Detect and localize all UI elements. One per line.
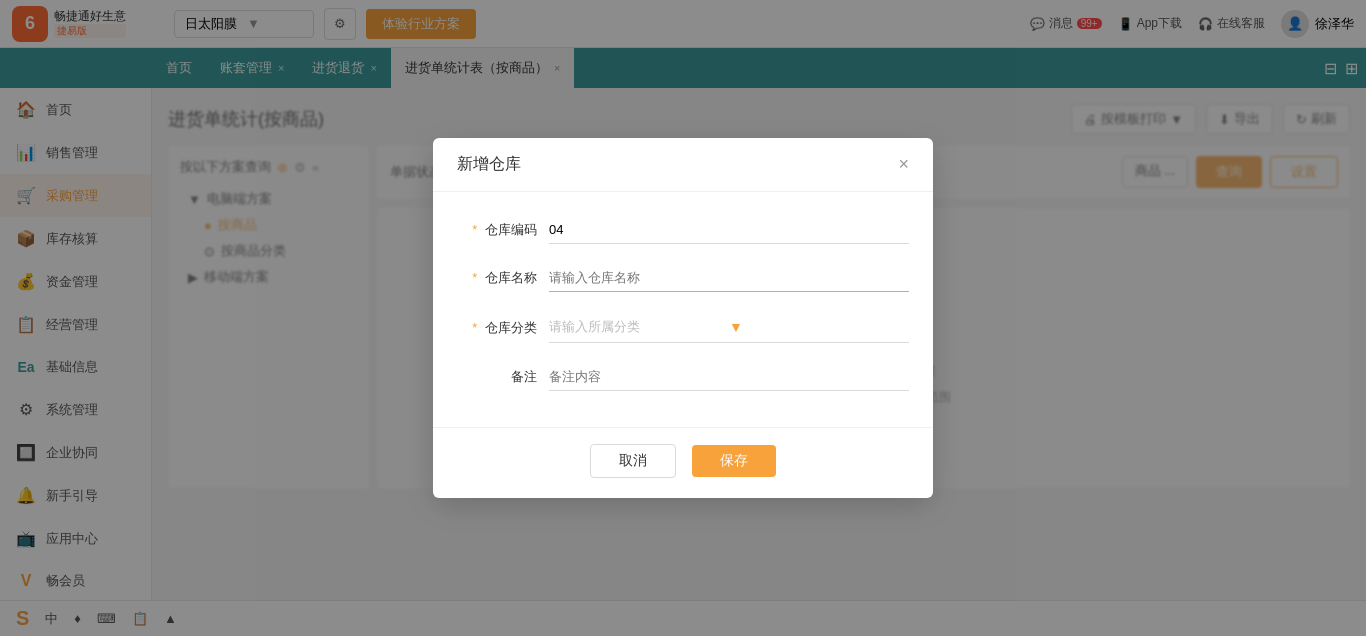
modal-title: 新增仓库: [457, 154, 521, 175]
modal-header: 新增仓库 ×: [433, 138, 933, 192]
category-dropdown-icon: ▼: [729, 319, 909, 335]
modal-body: * 仓库编码 * 仓库名称 * 仓库分类 请输入所属: [433, 192, 933, 427]
modal-footer: 取消 保存: [433, 427, 933, 498]
remark-input[interactable]: [549, 363, 909, 391]
required-star-3: *: [472, 320, 477, 335]
warehouse-category-select[interactable]: 请输入所属分类 ▼: [549, 312, 909, 343]
modal-close-icon[interactable]: ×: [898, 154, 909, 175]
add-warehouse-modal: 新增仓库 × * 仓库编码 * 仓库名称: [433, 138, 933, 498]
warehouse-category-label: * 仓库分类: [457, 319, 537, 337]
cancel-button[interactable]: 取消: [590, 444, 676, 478]
warehouse-code-input[interactable]: [549, 216, 909, 244]
save-button[interactable]: 保存: [692, 445, 776, 477]
required-star-2: *: [472, 270, 477, 285]
modal-overlay: 新增仓库 × * 仓库编码 * 仓库名称: [0, 0, 1366, 636]
warehouse-name-input[interactable]: [549, 264, 909, 292]
form-row-name: * 仓库名称: [457, 264, 909, 292]
warehouse-name-label: * 仓库名称: [457, 269, 537, 287]
form-row-code: * 仓库编码: [457, 216, 909, 244]
form-row-remark: 备注: [457, 363, 909, 391]
form-row-category: * 仓库分类 请输入所属分类 ▼: [457, 312, 909, 343]
warehouse-code-label: * 仓库编码: [457, 221, 537, 239]
required-star: *: [472, 222, 477, 237]
warehouse-category-placeholder: 请输入所属分类: [549, 318, 729, 336]
remark-label: 备注: [457, 368, 537, 386]
